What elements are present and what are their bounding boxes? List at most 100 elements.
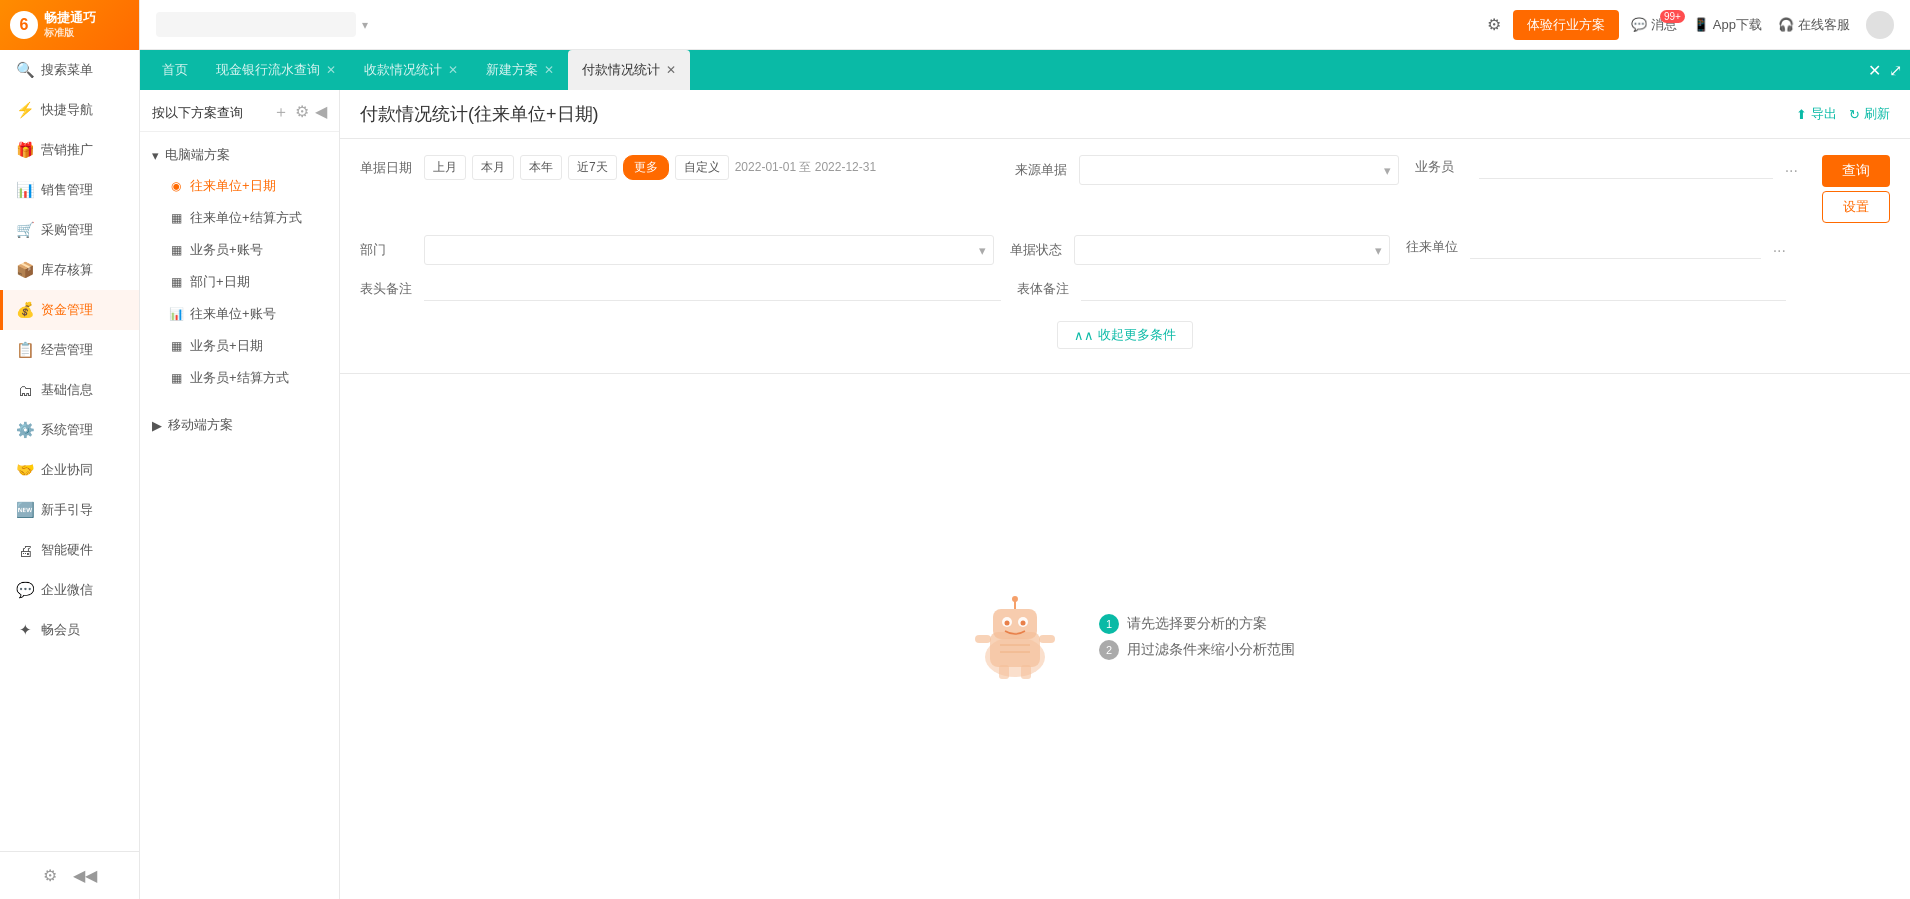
custom-date-btn[interactable]: 自定义 — [675, 155, 729, 180]
sidebar-item-basic[interactable]: 🗂 基础信息 — [0, 370, 139, 410]
scheme-item-salesman-account[interactable]: ▦ 业务员+账号 — [140, 234, 339, 266]
sidebar-item-marketing[interactable]: 🎁 营销推广 — [0, 130, 139, 170]
filter-area: 单据日期 上月 本月 本年 近7天 更多 自定义 2022-01-01 至 20… — [340, 139, 1910, 374]
salesman-label: 业务员 — [1415, 158, 1471, 176]
settings-btn[interactable]: 设置 — [1822, 191, 1890, 223]
scheme-item-counterpart-settle[interactable]: ▦ 往来单位+结算方式 — [140, 202, 339, 234]
add-scheme-icon[interactable]: ＋ — [273, 102, 289, 123]
message-badge: 99+ — [1660, 10, 1685, 23]
app-download-btn[interactable]: 📱 App下载 — [1693, 16, 1762, 34]
tab-home[interactable]: 首页 — [148, 50, 202, 90]
refresh-label: 刷新 — [1864, 105, 1890, 123]
last-month-btn[interactable]: 上月 — [424, 155, 466, 180]
desktop-section-title[interactable]: ▾ 电脑端方案 — [140, 140, 339, 170]
config-scheme-icon[interactable]: ⚙ — [295, 102, 309, 123]
tab-payment-stats[interactable]: 付款情况统计 ✕ — [568, 50, 690, 90]
cashflow-tab-close[interactable]: ✕ — [326, 63, 336, 77]
collapse-bar: ∧∧ 收起更多条件 — [360, 313, 1890, 357]
brand-name: 畅捷通巧 — [44, 10, 96, 26]
counterpart-input[interactable] — [1470, 235, 1761, 259]
left-panel-header: 按以下方案查询 ＋ ⚙ ◀ — [140, 102, 339, 132]
body-note-input[interactable] — [1081, 277, 1786, 301]
voucher-status-select[interactable] — [1074, 235, 1390, 265]
guide-icon: 🆕 — [15, 500, 35, 520]
sidebar-item-quicknav[interactable]: ⚡ 快捷导航 — [0, 90, 139, 130]
current-month-btn[interactable]: 本月 — [472, 155, 514, 180]
svg-rect-10 — [1039, 635, 1055, 643]
marketing-label: 营销推广 — [41, 141, 93, 159]
member-icon: ✦ — [15, 620, 35, 640]
sales-icon: 📊 — [15, 180, 35, 200]
sidebar-item-guide[interactable]: 🆕 新手引导 — [0, 490, 139, 530]
online-service-btn[interactable]: 🎧 在线客服 — [1778, 16, 1850, 34]
app-label: App下载 — [1713, 16, 1762, 34]
step2-circle: 2 — [1099, 640, 1119, 660]
sidebar-item-management[interactable]: 📋 经营管理 — [0, 330, 139, 370]
scheme-item-salesman-settle[interactable]: ▦ 业务员+结算方式 — [140, 362, 339, 394]
empty-text-block: 1 请先选择要分析的方案 2 用过滤条件来缩小分析范围 — [1099, 614, 1295, 660]
export-btn[interactable]: ⬆ 导出 — [1796, 105, 1837, 123]
collapse-filter-btn[interactable]: ∧∧ 收起更多条件 — [1057, 321, 1193, 349]
right-content: 付款情况统计(往来单位+日期) ⬆ 导出 ↻ 刷新 单 — [340, 90, 1910, 899]
empty-illustration — [955, 587, 1075, 687]
sidebar-item-search[interactable]: 🔍 搜索菜单 — [0, 50, 139, 90]
collapse-panel-icon[interactable]: ◀ — [315, 102, 327, 123]
current-year-btn[interactable]: 本年 — [520, 155, 562, 180]
trial-btn[interactable]: 体验行业方案 — [1513, 10, 1619, 40]
scheme-query-text: 按以下方案查询 — [152, 104, 243, 122]
sidebar-item-purchase[interactable]: 🛒 采购管理 — [0, 210, 139, 250]
collapse-sidebar-btn[interactable]: ◀◀ — [69, 862, 101, 889]
source-select[interactable] — [1079, 155, 1398, 185]
filter-row-2: 部门 ▾ 单据状态 ▾ 往来单位 — [360, 235, 1890, 265]
user-avatar[interactable] — [1866, 11, 1894, 39]
member-label: 畅会员 — [41, 621, 80, 639]
quicknav-icon: ⚡ — [15, 100, 35, 120]
mobile-section-title[interactable]: ▶ 移动端方案 — [140, 410, 339, 440]
new-scheme-tab-close[interactable]: ✕ — [544, 63, 554, 77]
salesman-dots[interactable]: ... — [1785, 158, 1798, 176]
refresh-btn[interactable]: ↻ 刷新 — [1849, 105, 1890, 123]
sidebar-item-smart[interactable]: 🖨 智能硬件 — [0, 530, 139, 570]
scheme-label-dept-date: 部门+日期 — [190, 273, 250, 291]
scheme-item-counterpart-date[interactable]: ◉ 往来单位+日期 — [140, 170, 339, 202]
scheme-item-counterpart-account[interactable]: 📊 往来单位+账号 — [140, 298, 339, 330]
sidebar-item-enterprise[interactable]: 🤝 企业协同 — [0, 450, 139, 490]
sidebar-item-system[interactable]: ⚙️ 系统管理 — [0, 410, 139, 450]
collection-tab-label: 收款情况统计 — [364, 61, 442, 79]
settings-footer-btn[interactable]: ⚙ — [39, 862, 61, 889]
search-icon: 🔍 — [15, 60, 35, 80]
sidebar-item-capital[interactable]: 💰 资金管理 — [0, 290, 139, 330]
tabbar-actions: ✕ ⤢ — [1868, 61, 1902, 80]
header-note-input[interactable] — [424, 277, 1001, 301]
collapse-filter-label: 收起更多条件 — [1098, 326, 1176, 344]
mobile-scheme-section: ▶ 移动端方案 — [140, 402, 339, 448]
counterpart-dots[interactable]: ... — [1773, 238, 1786, 256]
payment-stats-tab-close[interactable]: ✕ — [666, 63, 676, 77]
empty-content: 1 请先选择要分析的方案 2 用过滤条件来缩小分析范围 — [955, 587, 1295, 687]
settings-gear-icon[interactable]: ⚙ — [1487, 15, 1501, 34]
edition-label: 标准版 — [44, 26, 96, 40]
tab-collection[interactable]: 收款情况统计 ✕ — [350, 50, 472, 90]
close-all-tabs-icon[interactable]: ✕ — [1868, 61, 1881, 80]
tab-new-scheme[interactable]: 新建方案 ✕ — [472, 50, 568, 90]
scheme-item-dept-date[interactable]: ▦ 部门+日期 — [140, 266, 339, 298]
basic-label: 基础信息 — [41, 381, 93, 399]
sidebar-item-sales[interactable]: 📊 销售管理 — [0, 170, 139, 210]
tab-cashflow[interactable]: 现金银行流水查询 ✕ — [202, 50, 350, 90]
voucher-status-filter-group: 单据状态 ▾ — [1010, 235, 1390, 265]
date-quick-btns: 上月 本月 本年 近7天 更多 自定义 2022-01-01 至 2022-12… — [424, 155, 876, 180]
query-btn[interactable]: 查询 — [1822, 155, 1890, 187]
dept-select[interactable] — [424, 235, 994, 265]
sidebar-item-inventory[interactable]: 📦 库存核算 — [0, 250, 139, 290]
maximize-icon[interactable]: ⤢ — [1889, 61, 1902, 80]
last-7days-btn[interactable]: 近7天 — [568, 155, 617, 180]
step1-text: 请先选择要分析的方案 — [1127, 615, 1267, 633]
message-btn[interactable]: 💬 消息 99+ — [1631, 16, 1677, 34]
more-dates-btn[interactable]: 更多 — [623, 155, 669, 180]
salesman-input[interactable] — [1479, 155, 1773, 179]
sidebar-item-wechat[interactable]: 💬 企业微信 — [0, 570, 139, 610]
collection-tab-close[interactable]: ✕ — [448, 63, 458, 77]
sidebar-item-member[interactable]: ✦ 畅会员 — [0, 610, 139, 650]
scheme-item-salesman-date[interactable]: ▦ 业务员+日期 — [140, 330, 339, 362]
scheme-label-salesman-account: 业务员+账号 — [190, 241, 263, 259]
